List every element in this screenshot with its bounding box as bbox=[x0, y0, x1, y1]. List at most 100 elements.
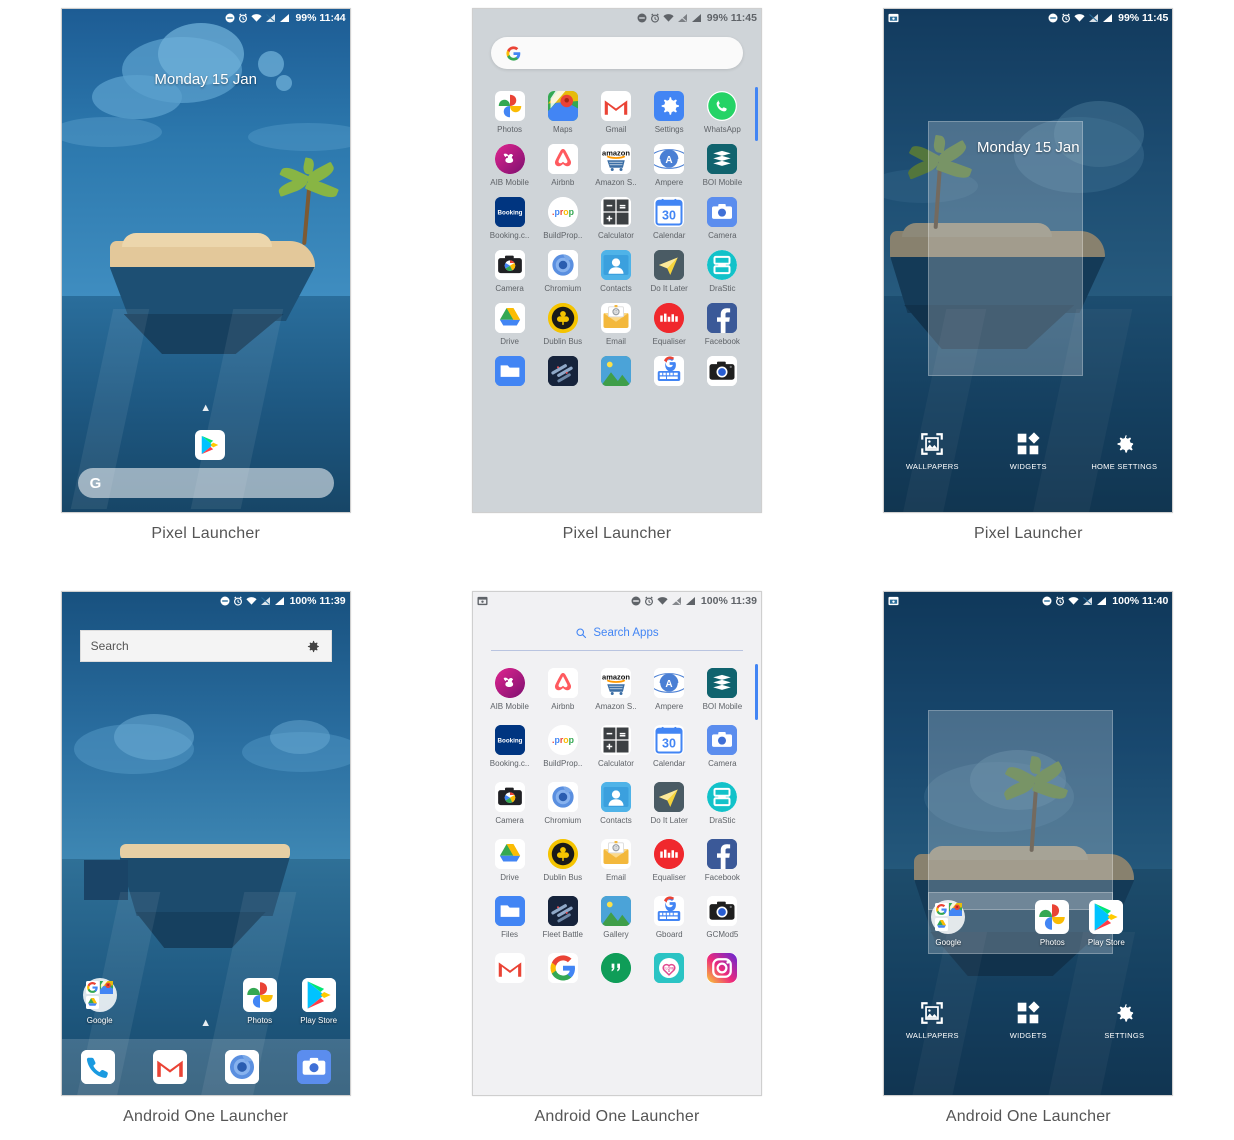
app-item[interactable]: I LOVE U bbox=[654, 953, 685, 983]
home-app-google[interactable]: Google bbox=[918, 900, 978, 947]
app-item[interactable]: WhatsApp bbox=[699, 91, 745, 134]
app-item[interactable]: Camera bbox=[699, 725, 745, 768]
option-home-settings[interactable]: HOME SETTINGS bbox=[1087, 431, 1161, 471]
app-item[interactable]: GCMod5 bbox=[699, 896, 745, 939]
app-item[interactable]: Settings bbox=[646, 91, 692, 134]
dock-app-chromium[interactable] bbox=[224, 1050, 259, 1084]
app-item[interactable]: 30 Calendar bbox=[646, 197, 692, 240]
app-item[interactable]: Facebook bbox=[699, 839, 745, 882]
app-item[interactable] bbox=[547, 356, 578, 386]
app-item[interactable]: Chromium bbox=[540, 250, 586, 293]
app-item[interactable]: AIB Mobile bbox=[487, 668, 533, 711]
app-item[interactable]: @ Email bbox=[593, 839, 639, 882]
app-item[interactable] bbox=[707, 356, 738, 386]
app-item[interactable]: Camera bbox=[487, 782, 533, 825]
app-item[interactable]: Do It Later bbox=[646, 782, 692, 825]
phone-screenshot-pixel-longpress[interactable]: Monday 15 Jan 99% 11:45 WALLPAPERS WIDGET… bbox=[883, 8, 1174, 513]
app-item[interactable]: @ Email bbox=[593, 303, 639, 346]
app-item[interactable] bbox=[547, 953, 578, 983]
home-page-preview[interactable] bbox=[928, 710, 1114, 910]
app-item[interactable]: 30 Calendar bbox=[646, 725, 692, 768]
signal-icon bbox=[1102, 13, 1113, 23]
app-item[interactable]: Equaliser bbox=[646, 839, 692, 882]
search-input[interactable]: Search bbox=[79, 630, 332, 662]
app-item[interactable]: Equaliser bbox=[646, 303, 692, 346]
home-page-preview[interactable] bbox=[928, 121, 1084, 376]
gallery-icon bbox=[600, 356, 631, 386]
dock-app-gmail[interactable] bbox=[152, 1050, 187, 1084]
app-grid: Photos Maps Gmail Settings WhatsApp AIB Mobil… bbox=[483, 91, 749, 386]
home-app-photos[interactable]: Photos bbox=[1022, 900, 1082, 947]
option-settings[interactable]: SETTINGS bbox=[1087, 1000, 1161, 1040]
app-item[interactable]: .prop BuildProp.. bbox=[540, 725, 586, 768]
app-item[interactable]: Gallery bbox=[593, 896, 639, 939]
drawer-scrollbar[interactable] bbox=[754, 664, 758, 720]
app-item[interactable]: BOI Mobile bbox=[699, 144, 745, 187]
app-item[interactable]: amazon Amazon S.. bbox=[593, 144, 639, 187]
phone-screenshot-pixel-home[interactable]: 99% 11:44 Monday 15 Jan ▲ G bbox=[60, 8, 351, 513]
app-item[interactable]: DraStic bbox=[699, 782, 745, 825]
app-item[interactable]: Contacts bbox=[593, 782, 639, 825]
dock-app-play-store[interactable] bbox=[194, 430, 225, 460]
home-app-play-store[interactable]: Play Store bbox=[1076, 900, 1136, 947]
app-item[interactable] bbox=[600, 953, 631, 983]
app-item[interactable]: Gboard bbox=[646, 896, 692, 939]
app-item[interactable]: Files bbox=[487, 896, 533, 939]
google-search-pill[interactable]: G bbox=[77, 468, 334, 498]
app-item[interactable]: Facebook bbox=[699, 303, 745, 346]
option-wallpapers[interactable]: WALLPAPERS bbox=[895, 1000, 969, 1040]
phone-screenshot-androidone-home[interactable]: 100% 11:39 Search Google Photos Play Store… bbox=[60, 591, 351, 1096]
dublin-bus-icon bbox=[547, 839, 578, 869]
app-item[interactable]: AIB Mobile bbox=[487, 144, 533, 187]
phone-screenshot-androidone-drawer[interactable]: 100% 11:39 Search Apps AIB Mobile Airbnb a… bbox=[471, 591, 762, 1096]
app-item[interactable] bbox=[494, 356, 525, 386]
drawer-search-bar[interactable] bbox=[490, 37, 743, 69]
app-item[interactable]: Drive bbox=[487, 303, 533, 346]
app-item[interactable]: A Ampere bbox=[646, 668, 692, 711]
app-item[interactable]: Drive bbox=[487, 839, 533, 882]
date-widget[interactable]: Monday 15 Jan bbox=[62, 71, 350, 88]
app-item[interactable]: Maps bbox=[540, 91, 586, 134]
app-item[interactable]: Airbnb bbox=[540, 668, 586, 711]
app-item[interactable]: Booking Booking.c.. bbox=[487, 197, 533, 240]
app-drawer-handle-icon[interactable]: ▲ bbox=[62, 402, 350, 414]
app-item[interactable]: Dublin Bus bbox=[540, 839, 586, 882]
app-item[interactable]: Calculator bbox=[593, 725, 639, 768]
option-widgets[interactable]: WIDGETS bbox=[991, 431, 1065, 471]
app-item[interactable]: Calculator bbox=[593, 197, 639, 240]
chromium-icon bbox=[547, 250, 578, 280]
app-item[interactable]: Chromium bbox=[540, 782, 586, 825]
app-item[interactable] bbox=[494, 953, 525, 983]
app-item[interactable]: Camera bbox=[487, 250, 533, 293]
gmail-icon bbox=[152, 1050, 187, 1084]
settings-gear-icon[interactable] bbox=[304, 638, 321, 655]
app-item[interactable]: Photos bbox=[487, 91, 533, 134]
app-drawer-handle-icon[interactable]: ▲ bbox=[62, 1017, 350, 1029]
app-item[interactable]: DraStic bbox=[699, 250, 745, 293]
drawer-scrollbar[interactable] bbox=[754, 87, 758, 141]
app-item[interactable]: BOI Mobile bbox=[699, 668, 745, 711]
phone-screenshot-androidone-longpress[interactable]: 100% 11:40 Google Photos Play Store WALLPA… bbox=[883, 591, 1174, 1096]
app-item[interactable]: Fleet Battle bbox=[540, 896, 586, 939]
app-item[interactable]: Booking Booking.c.. bbox=[487, 725, 533, 768]
option-widgets[interactable]: WIDGETS bbox=[991, 1000, 1065, 1040]
app-item[interactable] bbox=[707, 953, 738, 983]
app-item[interactable]: Camera bbox=[699, 197, 745, 240]
app-item[interactable] bbox=[654, 356, 685, 386]
app-item[interactable] bbox=[600, 356, 631, 386]
dock-app-phone[interactable] bbox=[80, 1050, 115, 1084]
search-apps-input[interactable]: Search Apps bbox=[473, 618, 761, 648]
option-wallpapers[interactable]: WALLPAPERS bbox=[895, 431, 969, 471]
app-item[interactable]: A Ampere bbox=[646, 144, 692, 187]
app-item[interactable]: Gmail bbox=[593, 91, 639, 134]
app-item[interactable]: Contacts bbox=[593, 250, 639, 293]
app-item[interactable]: Airbnb bbox=[540, 144, 586, 187]
app-item[interactable]: .prop BuildProp.. bbox=[540, 197, 586, 240]
dock-app-camera[interactable] bbox=[296, 1050, 331, 1084]
app-item[interactable]: amazon Amazon S.. bbox=[593, 668, 639, 711]
svg-text:amazon: amazon bbox=[602, 148, 630, 157]
app-item[interactable]: Do It Later bbox=[646, 250, 692, 293]
app-item[interactable]: Dublin Bus bbox=[540, 303, 586, 346]
app-label: AIB Mobile bbox=[490, 178, 529, 187]
phone-screenshot-pixel-drawer[interactable]: 99% 11:45 Photos Maps Gmail Settings WhatsAp… bbox=[471, 8, 762, 513]
